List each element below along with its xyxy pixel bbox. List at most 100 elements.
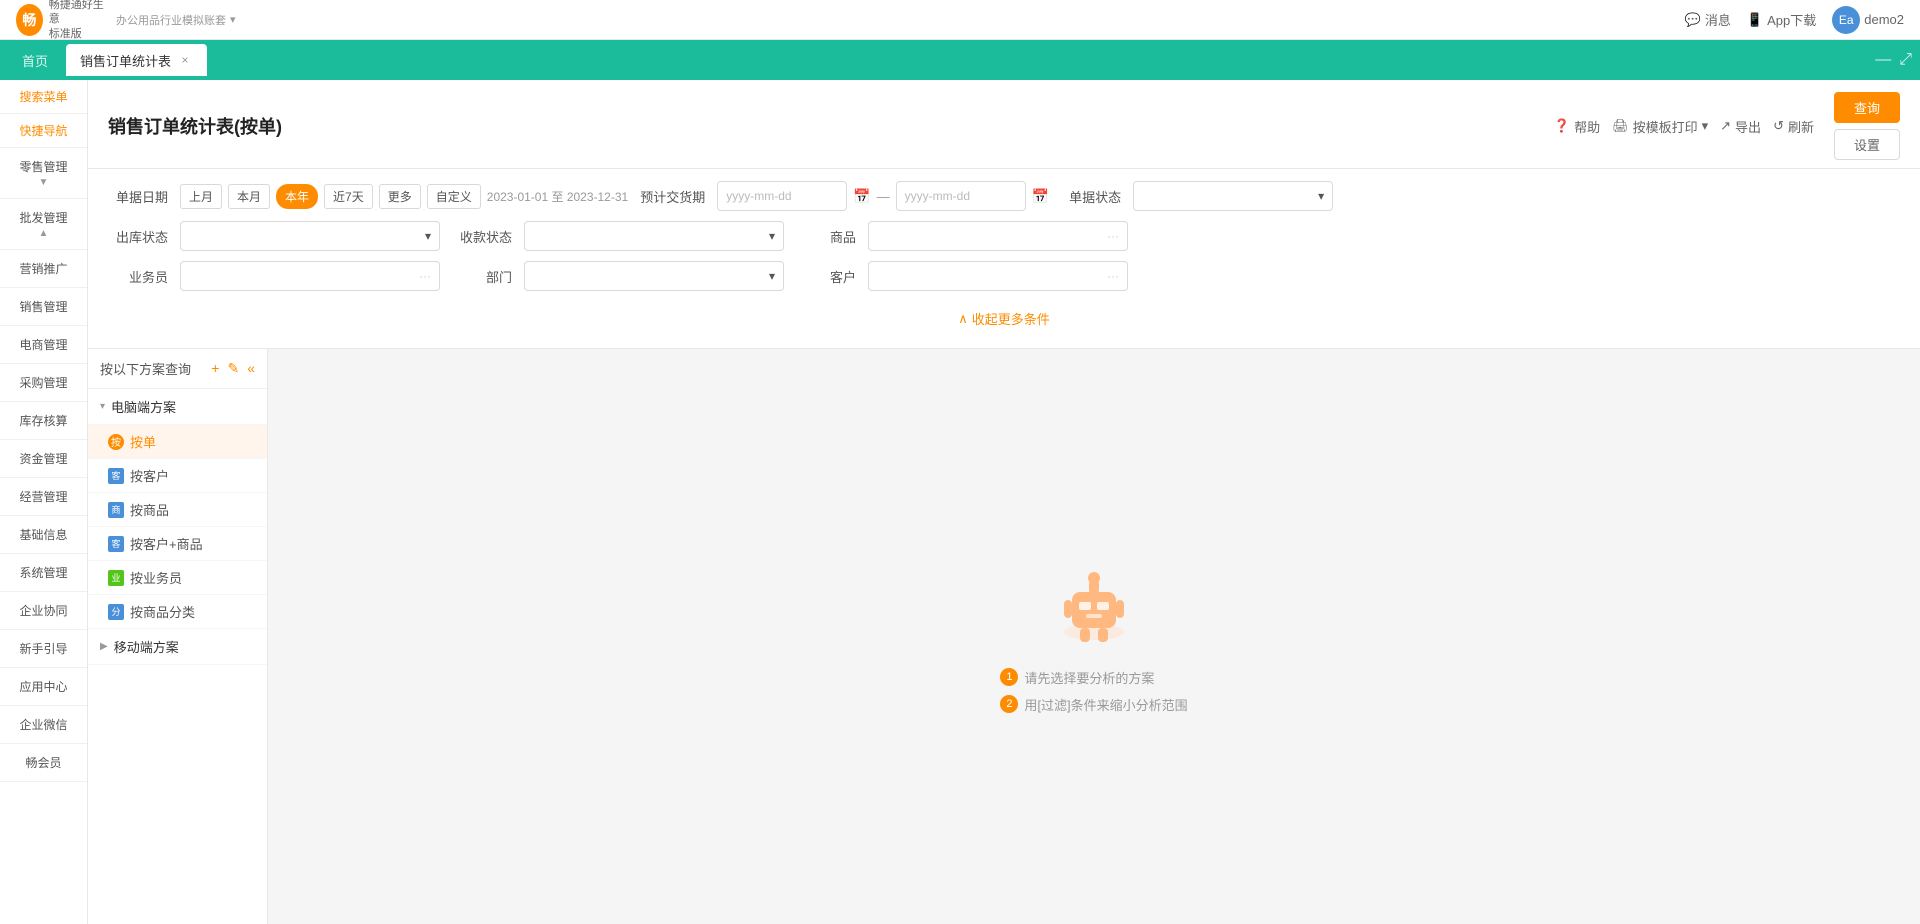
tab-minimize-icon[interactable]: — xyxy=(1875,51,1891,69)
hint-item-2: 2 用[过滤]条件来缩小分析范围 xyxy=(1000,695,1187,714)
scheme-item-by-customer[interactable]: 客 按客户 xyxy=(88,459,267,493)
tab-close-button[interactable]: × xyxy=(177,52,193,68)
scheme-group-mobile-header[interactable]: ▶ 移动端方案 xyxy=(88,629,267,665)
customer-select[interactable]: ··· xyxy=(868,261,1128,291)
sidebar-item-basics-label: 基础信息 xyxy=(19,526,67,543)
logo-icon: 畅 xyxy=(16,4,43,36)
wholesale-arrow-icon: ▲ xyxy=(39,228,49,239)
dept-label: 部门 xyxy=(452,267,512,286)
goods-label: 商品 xyxy=(796,227,856,246)
sidebar-item-sales[interactable]: 销售管理 xyxy=(0,288,87,326)
this-month-btn[interactable]: 本月 xyxy=(228,184,270,209)
scheme-item-order-label: 按单 xyxy=(130,432,156,451)
recv-status-select[interactable]: ▾ xyxy=(524,221,784,251)
app-download-button[interactable]: 📱 App下载 xyxy=(1747,10,1816,29)
print-arrow-icon: ▾ xyxy=(1702,118,1709,134)
page-title: 销售订单统计表(按单) xyxy=(108,113,282,139)
out-status-arrow: ▾ xyxy=(425,229,431,243)
calendar-end-icon[interactable]: 📅 xyxy=(1032,188,1049,205)
sidebar-item-member[interactable]: 畅会员 xyxy=(0,744,87,782)
expected-date-end[interactable]: yyyy-mm-dd xyxy=(896,181,1026,211)
sidebar-nav[interactable]: 快捷导航 xyxy=(0,114,87,148)
sidebar-item-enterprise[interactable]: 企业协同 xyxy=(0,592,87,630)
doc-status-select[interactable]: ▾ xyxy=(1133,181,1333,211)
calendar-start-icon[interactable]: 📅 xyxy=(853,188,870,205)
scheme-panel-header: 按以下方案查询 + ✎ « xyxy=(88,349,267,389)
export-button[interactable]: ↗ 导出 xyxy=(1720,117,1761,136)
out-status-select[interactable]: ▾ xyxy=(180,221,440,251)
sidebar-item-ecommerce[interactable]: 电商管理 xyxy=(0,326,87,364)
refresh-icon: ↺ xyxy=(1773,118,1784,134)
tab-expand-icon[interactable]: ⤢ xyxy=(1899,51,1912,69)
tab-sales-order[interactable]: 销售订单统计表 × xyxy=(66,44,207,76)
sidebar-item-appcenter[interactable]: 应用中心 xyxy=(0,668,87,706)
scheme-collapse-icon[interactable]: « xyxy=(247,360,255,377)
sidebar-item-newbie[interactable]: 新手引导 xyxy=(0,630,87,668)
scheme-item-category-label: 按商品分类 xyxy=(130,602,195,621)
sidebar-item-enterprise-label: 企业协同 xyxy=(19,602,67,619)
this-year-btn[interactable]: 本年 xyxy=(276,184,318,209)
sidebar-item-wholesale[interactable]: 批发管理 ▲ xyxy=(0,199,87,250)
staff-select[interactable]: ··· xyxy=(180,261,440,291)
sidebar-search[interactable]: 搜索菜单 xyxy=(0,80,87,114)
goods-dots: ··· xyxy=(1107,229,1119,243)
scheme-item-by-cust-goods[interactable]: 客 按客户+商品 xyxy=(88,527,267,561)
refresh-button[interactable]: ↺ 刷新 xyxy=(1773,117,1814,136)
scheme-item-by-staff[interactable]: 业 按业务员 xyxy=(88,561,267,595)
more-btn[interactable]: 更多 xyxy=(379,184,421,209)
sidebar-item-purchase[interactable]: 采购管理 xyxy=(0,364,87,402)
scheme-group-pc-header[interactable]: ▾ 电脑端方案 xyxy=(88,389,267,425)
staff-label: 业务员 xyxy=(108,267,168,286)
scheme-item-by-category[interactable]: 分 按商品分类 xyxy=(88,595,267,629)
custom-btn[interactable]: 自定义 xyxy=(427,184,481,209)
scheme-item-cust-goods-label: 按客户+商品 xyxy=(130,534,203,553)
sidebar-item-appcenter-label: 应用中心 xyxy=(19,678,67,695)
sidebar-item-marketing[interactable]: 营销推广 xyxy=(0,250,87,288)
query-button[interactable]: 查询 xyxy=(1834,92,1900,123)
goods-select[interactable]: ··· xyxy=(868,221,1128,251)
print-button[interactable]: 🖨 按模板打印 ▾ xyxy=(1612,117,1708,136)
workspace-selector[interactable]: 办公用品行业模拟账套 ▾ xyxy=(116,12,1673,28)
dept-arrow: ▾ xyxy=(769,269,775,283)
collapse-label: 收起更多条件 xyxy=(972,309,1050,328)
expected-date-start[interactable]: yyyy-mm-dd xyxy=(717,181,847,211)
scheme-icon-order: 按 xyxy=(108,434,124,450)
help-button[interactable]: ❓ 帮助 xyxy=(1554,117,1600,136)
sidebar-item-retail[interactable]: 零售管理 ▼ xyxy=(0,148,87,199)
sidebar-item-finance-label: 资金管理 xyxy=(19,450,67,467)
collapse-arrow-icon: ∧ xyxy=(958,311,968,327)
sidebar-item-finance[interactable]: 资金管理 xyxy=(0,440,87,478)
sidebar-item-inventory[interactable]: 库存核算 xyxy=(0,402,87,440)
messages-button[interactable]: 💬 消息 xyxy=(1685,10,1731,29)
user-menu[interactable]: Ea demo2 xyxy=(1832,6,1904,34)
retail-arrow-icon: ▼ xyxy=(39,177,49,188)
recv-status-label: 收款状态 xyxy=(452,227,512,246)
print-label: 按模板打印 xyxy=(1633,117,1698,136)
sidebar-item-basics[interactable]: 基础信息 xyxy=(0,516,87,554)
right-content: 1 请先选择要分析的方案 2 用[过滤]条件来缩小分析范围 xyxy=(268,349,1920,924)
scheme-add-icon[interactable]: + xyxy=(211,360,219,377)
app-download-label: App下载 xyxy=(1767,10,1816,29)
workspace-arrow: ▾ xyxy=(230,13,236,26)
date-end-placeholder: yyyy-mm-dd xyxy=(905,189,970,203)
tab-sales-order-label: 销售订单统计表 xyxy=(80,51,171,70)
scheme-group-mobile: ▶ 移动端方案 xyxy=(88,629,267,665)
scheme-edit-icon[interactable]: ✎ xyxy=(227,360,239,377)
sidebar-item-system[interactable]: 系统管理 xyxy=(0,554,87,592)
scheme-item-by-goods[interactable]: 商 按商品 xyxy=(88,493,267,527)
dept-select[interactable]: ▾ xyxy=(524,261,784,291)
collapse-button[interactable]: ∧ 收起更多条件 xyxy=(108,301,1900,336)
last7-btn[interactable]: 近7天 xyxy=(324,184,373,209)
tab-home-label: 首页 xyxy=(22,51,48,70)
top-actions: 💬 消息 📱 App下载 Ea demo2 xyxy=(1685,6,1904,34)
tab-home[interactable]: 首页 xyxy=(8,44,62,76)
last-month-btn[interactable]: 上月 xyxy=(180,184,222,209)
mobile-group-arrow-icon: ▶ xyxy=(100,641,108,652)
scheme-item-by-order[interactable]: 按 按单 xyxy=(88,425,267,459)
sidebar-item-corpwx[interactable]: 企业微信 xyxy=(0,706,87,744)
setting-button[interactable]: 设置 xyxy=(1834,129,1900,160)
avatar: Ea xyxy=(1832,6,1860,34)
sidebar-item-marketing-label: 营销推广 xyxy=(19,260,67,277)
sidebar-item-operations[interactable]: 经营管理 xyxy=(0,478,87,516)
date-start-placeholder: yyyy-mm-dd xyxy=(726,189,791,203)
